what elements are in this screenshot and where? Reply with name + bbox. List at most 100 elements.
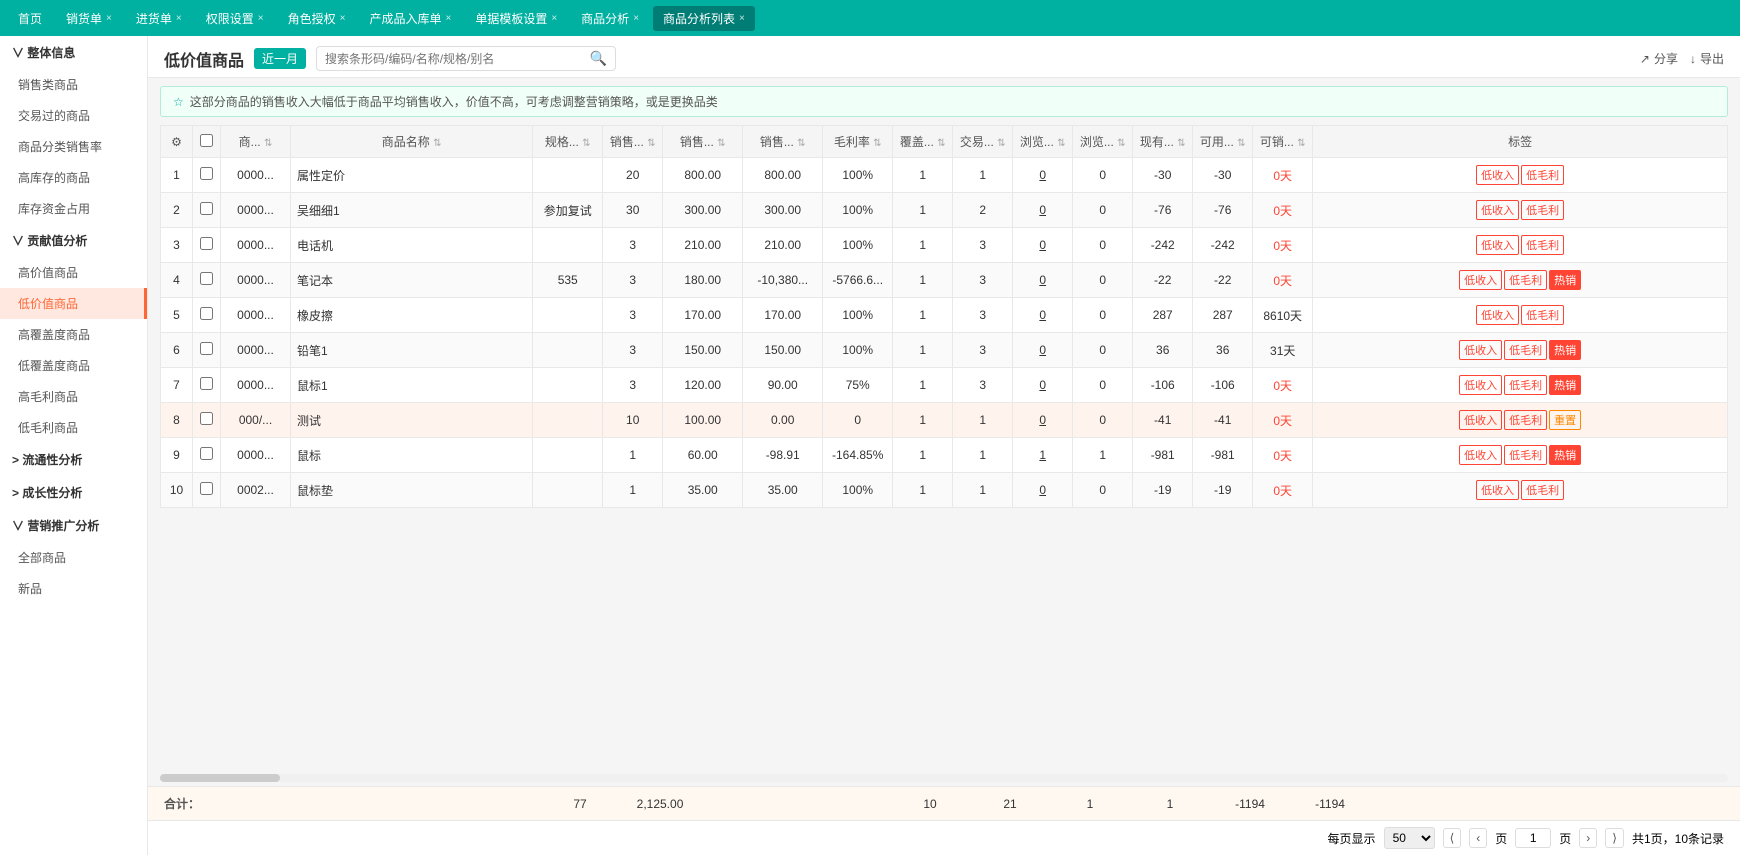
row-view1[interactable]: 0 (1013, 193, 1073, 228)
nav-permission[interactable]: 权限设置 × (196, 6, 274, 31)
search-box[interactable]: 🔍 (316, 46, 616, 71)
row-checkbox[interactable] (200, 272, 213, 285)
row-checkbox[interactable] (200, 377, 213, 390)
first-page-button[interactable]: ⟨ (1443, 828, 1462, 848)
row-view1[interactable]: 0 (1013, 158, 1073, 193)
search-input[interactable] (325, 52, 590, 66)
sidebar-item-stock-capital[interactable]: 库存资金占用 (0, 193, 147, 224)
col-gross-header[interactable]: 毛利率 ⇅ (823, 126, 893, 158)
nav-home[interactable]: 首页 (8, 6, 52, 31)
sidebar-group-marketing[interactable]: ∨ 营销推广分析 (0, 509, 147, 542)
nav-product-analysis[interactable]: 商品分析 × (571, 6, 649, 31)
row-checkbox[interactable] (200, 202, 213, 215)
view1-value[interactable]: 0 (1039, 238, 1046, 252)
col-stock2-header[interactable]: 可用... ⇅ (1193, 126, 1253, 158)
prev-page-button[interactable]: ‹ (1469, 828, 1487, 848)
sidebar-item-high-coverage[interactable]: 高覆盖度商品 (0, 319, 147, 350)
col-view1-header[interactable]: 浏览... ⇅ (1013, 126, 1073, 158)
export-button[interactable]: ↓ 导出 (1690, 50, 1724, 67)
select-all-checkbox[interactable] (200, 134, 213, 147)
row-checkbox-cell[interactable] (193, 473, 221, 508)
row-checkbox-cell[interactable] (193, 193, 221, 228)
view1-value[interactable]: 0 (1039, 413, 1046, 427)
next-page-button[interactable]: › (1579, 828, 1597, 848)
time-badge[interactable]: 近一月 (254, 48, 306, 69)
col-name-header[interactable]: 商品名称 ⇅ (291, 126, 533, 158)
close-icon[interactable]: × (176, 13, 182, 24)
sidebar-item-new-products[interactable]: 新品 (0, 573, 147, 604)
nav-purchase-order[interactable]: 进货单 × (126, 6, 192, 31)
search-icon[interactable]: 🔍 (590, 50, 607, 67)
sidebar-group-overall[interactable]: ∨ 整体信息 (0, 36, 147, 69)
row-checkbox-cell[interactable] (193, 263, 221, 298)
col-trade-header[interactable]: 交易... ⇅ (953, 126, 1013, 158)
close-icon[interactable]: × (445, 13, 451, 24)
col-settings[interactable]: ⚙ (161, 126, 193, 158)
row-view1[interactable]: 0 (1013, 228, 1073, 263)
col-stock3-header[interactable]: 可销... ⇅ (1253, 126, 1313, 158)
row-checkbox[interactable] (200, 412, 213, 425)
close-icon[interactable]: × (551, 13, 557, 24)
view1-value[interactable]: 0 (1039, 483, 1046, 497)
col-code-header[interactable]: 商... ⇅ (221, 126, 291, 158)
col-stock1-header[interactable]: 现有... ⇅ (1133, 126, 1193, 158)
col-sales3-header[interactable]: 销售... ⇅ (743, 126, 823, 158)
row-checkbox-cell[interactable] (193, 333, 221, 368)
row-checkbox[interactable] (200, 447, 213, 460)
horizontal-scrollbar[interactable] (160, 774, 1728, 782)
col-spec-header[interactable]: 规格... ⇅ (533, 126, 603, 158)
col-sales1-header[interactable]: 销售... ⇅ (603, 126, 663, 158)
row-checkbox[interactable] (200, 237, 213, 250)
row-checkbox[interactable] (200, 342, 213, 355)
row-checkbox[interactable] (200, 307, 213, 320)
nav-role-auth[interactable]: 角色授权 × (278, 6, 356, 31)
row-view1[interactable]: 0 (1013, 263, 1073, 298)
view1-value[interactable]: 0 (1039, 168, 1046, 182)
row-checkbox-cell[interactable] (193, 403, 221, 438)
view1-value[interactable]: 1 (1039, 448, 1046, 462)
row-checkbox-cell[interactable] (193, 368, 221, 403)
row-view1[interactable]: 0 (1013, 298, 1073, 333)
sidebar-item-high-margin[interactable]: 高毛利商品 (0, 381, 147, 412)
close-icon[interactable]: × (340, 13, 346, 24)
col-sales2-header[interactable]: 销售... ⇅ (663, 126, 743, 158)
sidebar-item-low-coverage[interactable]: 低覆盖度商品 (0, 350, 147, 381)
sidebar-group-liquidity[interactable]: > 流通性分析 (0, 443, 147, 476)
sidebar-item-category-sales[interactable]: 商品分类销售率 (0, 131, 147, 162)
sidebar-item-traded-products[interactable]: 交易过的商品 (0, 100, 147, 131)
per-page-select[interactable]: 50 100 200 (1384, 827, 1435, 849)
row-checkbox-cell[interactable] (193, 298, 221, 333)
row-checkbox-cell[interactable] (193, 158, 221, 193)
current-page-input[interactable] (1515, 828, 1551, 848)
row-checkbox-cell[interactable] (193, 228, 221, 263)
nav-doc-template[interactable]: 单据模板设置 × (465, 6, 567, 31)
nav-sales-order[interactable]: 销货单 × (56, 6, 122, 31)
view1-value[interactable]: 0 (1039, 343, 1046, 357)
close-icon[interactable]: × (106, 13, 112, 24)
view1-value[interactable]: 0 (1039, 273, 1046, 287)
row-view1[interactable]: 0 (1013, 403, 1073, 438)
sidebar-item-low-margin[interactable]: 低毛利商品 (0, 412, 147, 443)
close-icon[interactable]: × (633, 13, 639, 24)
data-table-container[interactable]: ⚙ 商... ⇅ 商品名称 ⇅ 规格... ⇅ 销售... ⇅ 销售... ⇅ … (160, 125, 1728, 774)
col-checkbox[interactable] (193, 126, 221, 158)
last-page-button[interactable]: ⟩ (1605, 828, 1624, 848)
row-checkbox[interactable] (200, 167, 213, 180)
view1-value[interactable]: 0 (1039, 308, 1046, 322)
row-view1[interactable]: 1 (1013, 438, 1073, 473)
sidebar-group-growth[interactable]: > 成长性分析 (0, 476, 147, 509)
close-icon[interactable]: × (739, 13, 745, 24)
sidebar-item-all-products[interactable]: 全部商品 (0, 542, 147, 573)
row-checkbox[interactable] (200, 482, 213, 495)
close-icon[interactable]: × (258, 13, 264, 24)
nav-product-analysis-list[interactable]: 商品分析列表 × (653, 6, 755, 31)
view1-value[interactable]: 0 (1039, 378, 1046, 392)
sidebar-item-sales-products[interactable]: 销售类商品 (0, 69, 147, 100)
sidebar-item-high-stock[interactable]: 高库存的商品 (0, 162, 147, 193)
nav-product-warehouse[interactable]: 产成品入库单 × (359, 6, 461, 31)
row-checkbox-cell[interactable] (193, 438, 221, 473)
col-cover-header[interactable]: 覆盖... ⇅ (893, 126, 953, 158)
col-view2-header[interactable]: 浏览... ⇅ (1073, 126, 1133, 158)
row-view1[interactable]: 0 (1013, 473, 1073, 508)
share-button[interactable]: ↗ 分享 (1640, 50, 1678, 67)
